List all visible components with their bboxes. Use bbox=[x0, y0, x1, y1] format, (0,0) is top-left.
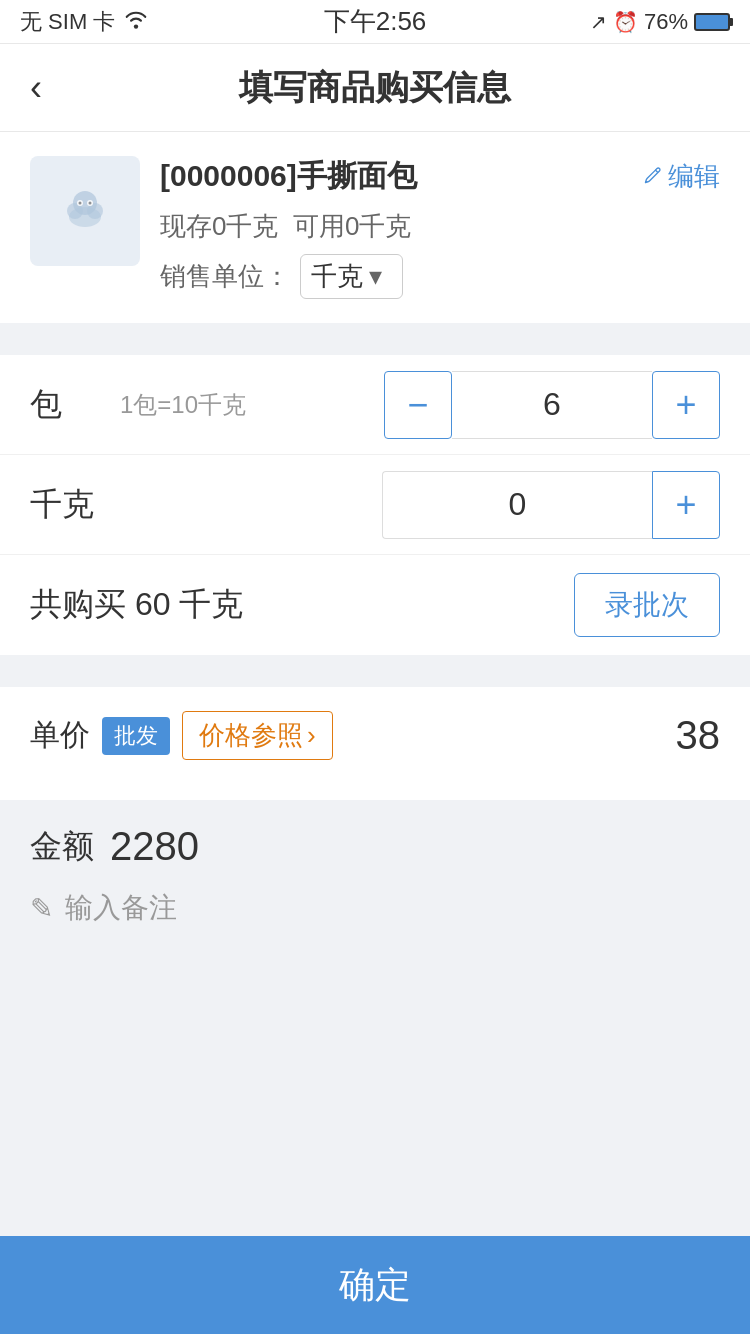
svg-point-7 bbox=[89, 202, 92, 205]
quantity-section: 包 1包=10千克 − + 千克 + bbox=[0, 355, 750, 555]
edit-label: 编辑 bbox=[668, 159, 720, 194]
status-right: ↗ ⏰ 76% bbox=[590, 9, 730, 35]
pencil-icon: ✎ bbox=[30, 892, 53, 925]
summary-text: 共购买 60 千克 bbox=[30, 583, 243, 627]
amount-label: 金额 bbox=[30, 825, 94, 869]
price-left: 单价 批发 价格参照 › bbox=[30, 711, 333, 760]
edit-button[interactable]: 编辑 bbox=[640, 159, 720, 194]
price-label: 单价 bbox=[30, 715, 90, 756]
unit-value: 千克 bbox=[311, 259, 363, 294]
chevron-right-icon: › bbox=[307, 720, 316, 751]
separator-1 bbox=[0, 339, 750, 355]
remark-row[interactable]: ✎ 输入备注 bbox=[30, 889, 720, 947]
kg-quantity-input[interactable] bbox=[382, 471, 652, 539]
wifi-icon bbox=[123, 9, 149, 35]
status-bar: 无 SIM 卡 下午2:56 ↗ ⏰ 76% bbox=[0, 0, 750, 44]
product-name-row: [0000006]手撕面包 编辑 bbox=[160, 156, 720, 197]
kg-quantity-row: 千克 + bbox=[0, 455, 750, 555]
amount-section: 金额 2280 ✎ 输入备注 bbox=[0, 800, 750, 947]
bag-label: 包 bbox=[30, 383, 110, 427]
kg-increment-button[interactable]: + bbox=[652, 471, 720, 539]
bag-decrement-button[interactable]: − bbox=[384, 371, 452, 439]
unit-select[interactable]: 千克 ▾ bbox=[300, 254, 403, 299]
product-name: [0000006]手撕面包 bbox=[160, 156, 417, 197]
battery-icon bbox=[694, 13, 730, 31]
unit-label: 销售单位： bbox=[160, 259, 290, 294]
price-reference-button[interactable]: 价格参照 › bbox=[182, 711, 333, 760]
price-tag: 批发 bbox=[102, 717, 170, 755]
bag-increment-button[interactable]: + bbox=[652, 371, 720, 439]
product-thumbnail bbox=[30, 156, 140, 266]
price-section: 单价 批发 价格参照 › 38 bbox=[0, 687, 750, 800]
battery-text: 76% bbox=[644, 9, 688, 35]
svg-point-6 bbox=[79, 202, 82, 205]
kg-label: 千克 bbox=[30, 483, 110, 527]
chevron-down-icon: ▾ bbox=[369, 261, 382, 292]
back-button[interactable]: ‹ bbox=[30, 67, 42, 109]
product-card: [0000006]手撕面包 编辑 现存0千克 可用0千克 销售单位： 千克 ▾ bbox=[0, 132, 750, 323]
location-icon: ↗ bbox=[590, 10, 607, 34]
product-stock: 现存0千克 可用0千克 bbox=[160, 209, 720, 244]
kg-qty-controls: + bbox=[382, 471, 720, 539]
nav-bar: ‹ 填写商品购买信息 bbox=[0, 44, 750, 132]
page-title: 填写商品购买信息 bbox=[239, 65, 511, 111]
alarm-icon: ⏰ bbox=[613, 10, 638, 34]
carrier-text: 无 SIM 卡 bbox=[20, 7, 115, 37]
bag-qty-controls: − + bbox=[384, 371, 720, 439]
status-left: 无 SIM 卡 bbox=[20, 7, 149, 37]
amount-row: 金额 2280 bbox=[30, 824, 720, 869]
bag-hint: 1包=10千克 bbox=[120, 389, 384, 421]
summary-row: 共购买 60 千克 录批次 bbox=[0, 555, 750, 655]
bag-quantity-row: 包 1包=10千克 − + bbox=[0, 355, 750, 455]
separator-2 bbox=[0, 671, 750, 687]
price-value: 38 bbox=[676, 713, 721, 758]
bag-quantity-input[interactable] bbox=[452, 371, 652, 439]
amount-value: 2280 bbox=[110, 824, 199, 869]
confirm-button[interactable]: 确定 bbox=[0, 1236, 750, 1334]
product-unit-row: 销售单位： 千克 ▾ bbox=[160, 254, 720, 299]
batch-button[interactable]: 录批次 bbox=[574, 573, 720, 637]
price-ref-label: 价格参照 bbox=[199, 718, 303, 753]
product-info: [0000006]手撕面包 编辑 现存0千克 可用0千克 销售单位： 千克 ▾ bbox=[160, 156, 720, 299]
svg-point-3 bbox=[69, 207, 101, 227]
remark-placeholder: 输入备注 bbox=[65, 889, 177, 927]
status-time: 下午2:56 bbox=[324, 4, 427, 39]
price-row: 单价 批发 价格参照 › 38 bbox=[30, 711, 720, 760]
